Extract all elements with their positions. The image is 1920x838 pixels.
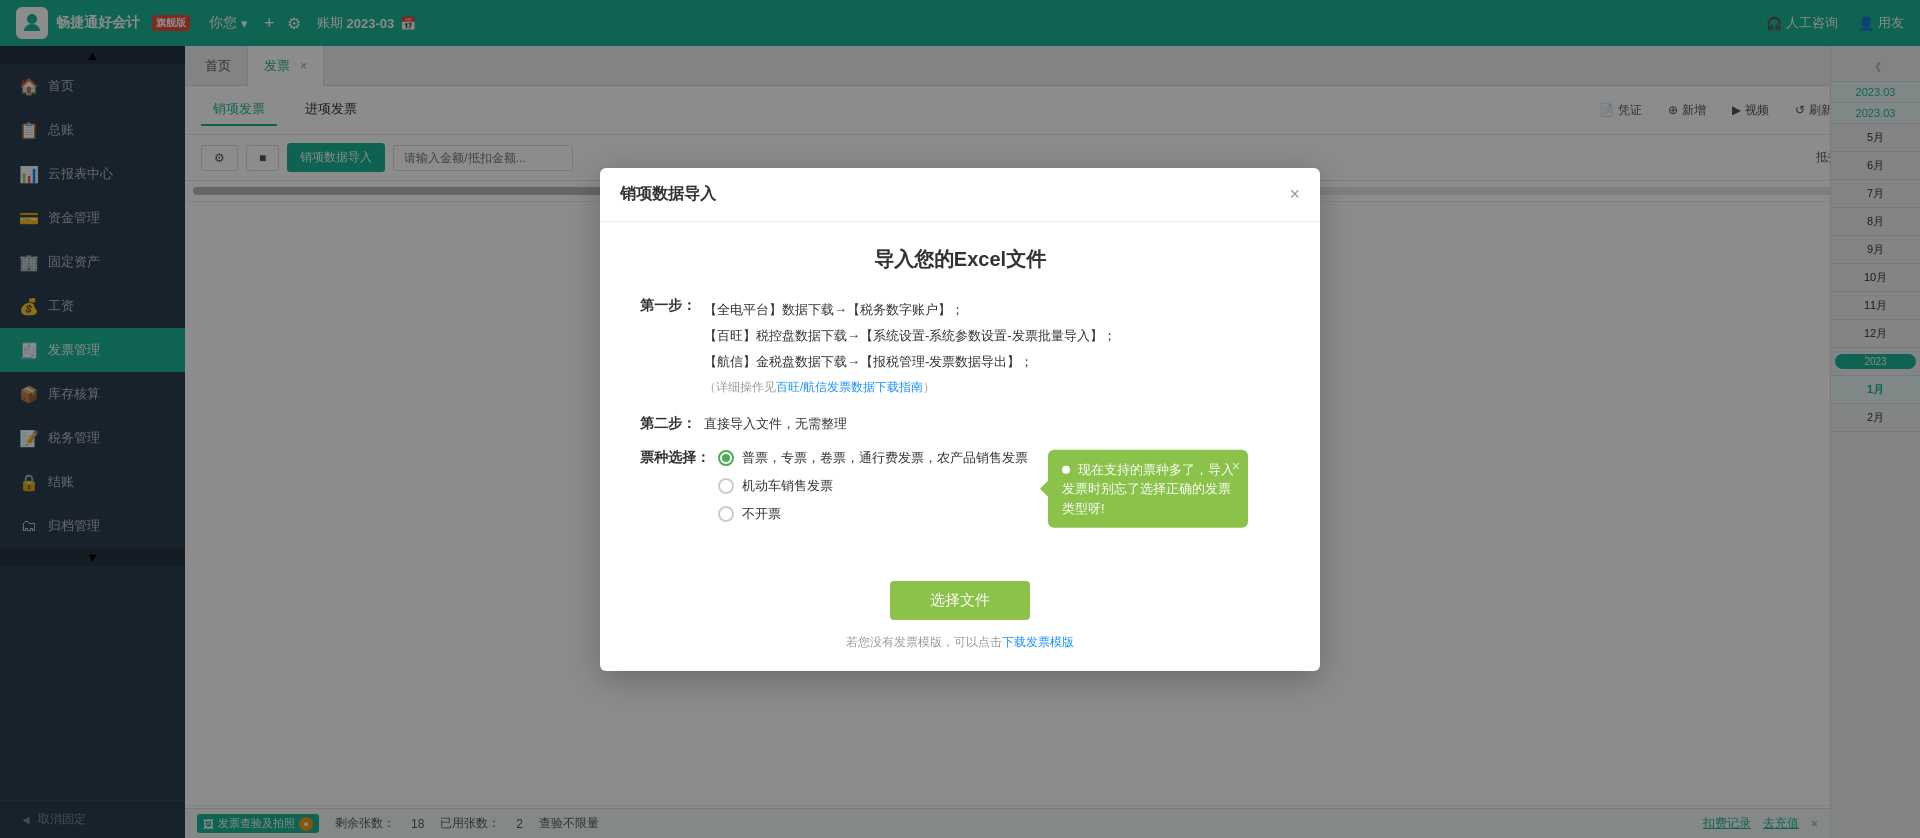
modal-title: 销项数据导入 [620, 184, 716, 205]
guide-link[interactable]: 百旺/航信发票数据下载指南 [776, 380, 923, 394]
radio-option-normal[interactable]: 普票，专票，卷票，通行费发票，农产品销售发票 [718, 449, 1028, 467]
step2-label: 第二步： [640, 415, 696, 433]
tooltip-dot [1062, 466, 1070, 474]
footer-note: 若您没有发票模版，可以点击下载发票模版 [640, 634, 1280, 651]
download-template-link[interactable]: 下载发票模版 [1002, 635, 1074, 649]
tooltip-bubble: × 现在支持的票种多了，导入发票时别忘了选择正确的发票类型呀! [1048, 449, 1248, 528]
step1-line2: 【百旺】税控盘数据下载→【系统设置-系统参数设置-发票批量导入】； [704, 323, 1116, 349]
modal-overlay: 销项数据导入 × 导入您的Excel文件 第一步： 【全电平台】数据下载→【税务… [0, 0, 1920, 838]
tooltip-close-btn[interactable]: × [1232, 455, 1240, 476]
radio-circle-normal[interactable] [718, 450, 734, 466]
step2-content: 直接导入文件，无需整理 [704, 415, 847, 433]
tooltip-text: 现在支持的票种多了，导入发票时别忘了选择正确的发票类型呀! [1062, 461, 1234, 515]
step-1: 第一步： 【全电平台】数据下载→【税务数字账户】； 【百旺】税控盘数据下载→【系… [640, 297, 1280, 399]
modal-close-button[interactable]: × [1289, 185, 1300, 203]
ticket-choice: 票种选择： 普票，专票，卷票，通行费发票，农产品销售发票 机动车销售 [640, 449, 1280, 533]
radio-circle-motor[interactable] [718, 478, 734, 494]
modal-footer: 选择文件 若您没有发票模版，可以点击下载发票模版 [600, 569, 1320, 671]
radio-group: 普票，专票，卷票，通行费发票，农产品销售发票 机动车销售发票 不开票 [718, 449, 1028, 533]
select-file-button[interactable]: 选择文件 [890, 581, 1030, 620]
step1-label: 第一步： [640, 297, 696, 315]
import-modal: 销项数据导入 × 导入您的Excel文件 第一步： 【全电平台】数据下载→【税务… [600, 168, 1320, 671]
step1-content: 【全电平台】数据下载→【税务数字账户】； 【百旺】税控盘数据下载→【系统设置-系… [704, 297, 1116, 399]
step1-line3: 【航信】金税盘数据下载→【报税管理-发票数据导出】； [704, 349, 1116, 375]
radio-circle-no-invoice[interactable] [718, 506, 734, 522]
modal-body: 导入您的Excel文件 第一步： 【全电平台】数据下载→【税务数字账户】； 【百… [600, 222, 1320, 569]
step1-line1: 【全电平台】数据下载→【税务数字账户】； [704, 297, 1116, 323]
radio-option-no-invoice[interactable]: 不开票 [718, 505, 1028, 523]
ticket-choice-label: 票种选择： [640, 449, 710, 467]
modal-header: 销项数据导入 × [600, 168, 1320, 222]
step-2: 第二步： 直接导入文件，无需整理 [640, 415, 1280, 433]
modal-main-title: 导入您的Excel文件 [640, 246, 1280, 273]
radio-dot-normal [722, 454, 730, 462]
radio-option-motor[interactable]: 机动车销售发票 [718, 477, 1028, 495]
step1-note: （详细操作见百旺/航信发票数据下载指南） [704, 375, 1116, 399]
radio-label-motor: 机动车销售发票 [742, 477, 833, 495]
footer-note-prefix: 若您没有发票模版，可以点击 [846, 635, 1002, 649]
radio-label-no-invoice: 不开票 [742, 505, 781, 523]
radio-label-normal: 普票，专票，卷票，通行费发票，农产品销售发票 [742, 449, 1028, 467]
